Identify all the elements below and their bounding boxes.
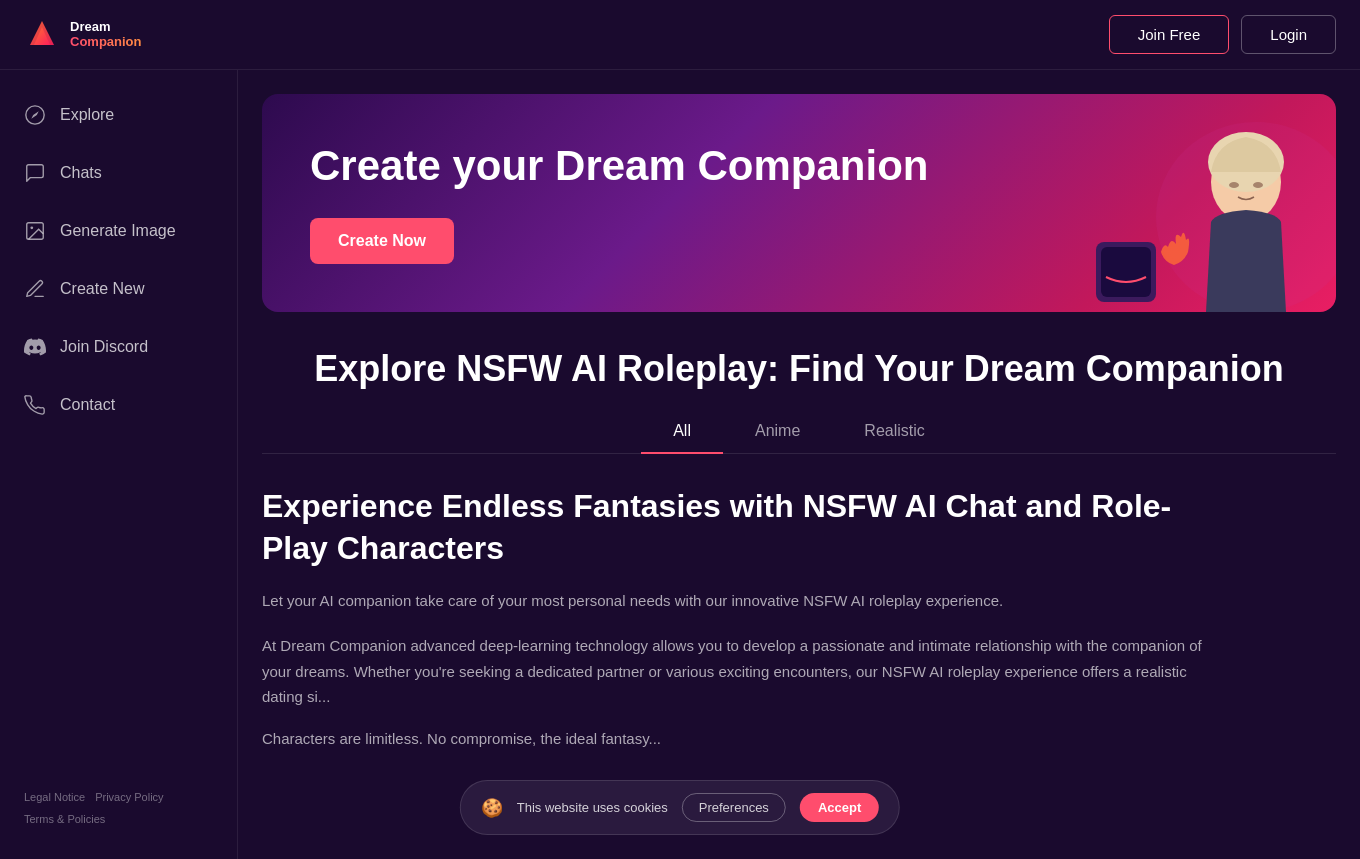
svg-point-9 — [1229, 182, 1239, 188]
sidebar-item-chats[interactable]: Chats — [0, 144, 237, 202]
sidebar-explore-label: Explore — [60, 106, 114, 124]
svg-point-5 — [30, 226, 33, 229]
sidebar-chats-label: Chats — [60, 164, 102, 182]
logo-icon — [24, 17, 60, 53]
header: Dream Companion Join Free Login — [0, 0, 1360, 70]
create-now-button[interactable]: Create Now — [310, 218, 454, 264]
cookie-text: This website uses cookies — [517, 800, 668, 815]
main-content: Create your Dream Companion Create Now — [238, 70, 1360, 859]
discord-icon — [24, 336, 46, 358]
sidebar-item-explore[interactable]: Explore — [0, 86, 237, 144]
svg-point-10 — [1253, 182, 1263, 188]
hero-banner: Create your Dream Companion Create Now — [262, 94, 1336, 312]
sidebar-create-label: Create New — [60, 280, 144, 298]
sidebar-item-contact[interactable]: Contact — [0, 376, 237, 434]
terms-policies-link[interactable]: Terms & Policies — [24, 813, 105, 825]
header-buttons: Join Free Login — [1109, 15, 1336, 54]
content-section: Experience Endless Fantasies with NSFW A… — [262, 486, 1212, 751]
content-main-title: Experience Endless Fantasies with NSFW A… — [262, 486, 1212, 569]
sidebar-item-create-new[interactable]: Create New — [0, 260, 237, 318]
tab-all[interactable]: All — [641, 410, 723, 454]
logo-text: Dream Companion — [70, 20, 142, 49]
hero-title: Create your Dream Companion — [310, 142, 928, 190]
hero-text: Create your Dream Companion Create Now — [310, 142, 928, 264]
compass-icon — [24, 104, 46, 126]
create-icon — [24, 278, 46, 300]
logo[interactable]: Dream Companion — [24, 17, 142, 53]
tabs-row: All Anime Realistic — [262, 410, 1336, 454]
content-body: At Dream Companion advanced deep-learnin… — [262, 633, 1212, 710]
sidebar-contact-label: Contact — [60, 396, 115, 414]
contact-icon — [24, 394, 46, 416]
login-button[interactable]: Login — [1241, 15, 1336, 54]
content-subtitle: Let your AI companion take care of your … — [262, 589, 1212, 613]
sidebar-item-join-discord[interactable]: Join Discord — [0, 318, 237, 376]
sidebar-generate-label: Generate Image — [60, 222, 176, 240]
preferences-button[interactable]: Preferences — [682, 793, 786, 822]
image-icon — [24, 220, 46, 242]
privacy-policy-link[interactable]: Privacy Policy — [95, 791, 163, 803]
footer-links: Legal Notice Privacy Policy — [24, 791, 213, 803]
cookie-icon: 🍪 — [481, 797, 503, 819]
sidebar-footer: Legal Notice Privacy Policy Terms & Poli… — [0, 775, 237, 843]
legal-notice-link[interactable]: Legal Notice — [24, 791, 85, 803]
sidebar-item-generate-image[interactable]: Generate Image — [0, 202, 237, 260]
tab-anime[interactable]: Anime — [723, 410, 832, 454]
accept-button[interactable]: Accept — [800, 793, 879, 822]
cookie-banner: 🍪 This website uses cookies Preferences … — [460, 780, 900, 835]
chat-icon — [24, 162, 46, 184]
svg-marker-3 — [31, 111, 38, 118]
explore-section-heading: Explore NSFW AI Roleplay: Find Your Drea… — [262, 348, 1336, 390]
sidebar-discord-label: Join Discord — [60, 338, 148, 356]
join-free-button[interactable]: Join Free — [1109, 15, 1230, 54]
logo-dream-text: Dream — [70, 20, 142, 34]
logo-companion-text: Companion — [70, 35, 142, 49]
svg-rect-12 — [1101, 247, 1151, 297]
sidebar: Explore Chats Generate Image Create New … — [0, 70, 238, 859]
hero-character-illustration — [1016, 122, 1336, 312]
tab-realistic[interactable]: Realistic — [832, 410, 956, 454]
content-body2: Characters are limitless. No compromise,… — [262, 726, 1212, 752]
